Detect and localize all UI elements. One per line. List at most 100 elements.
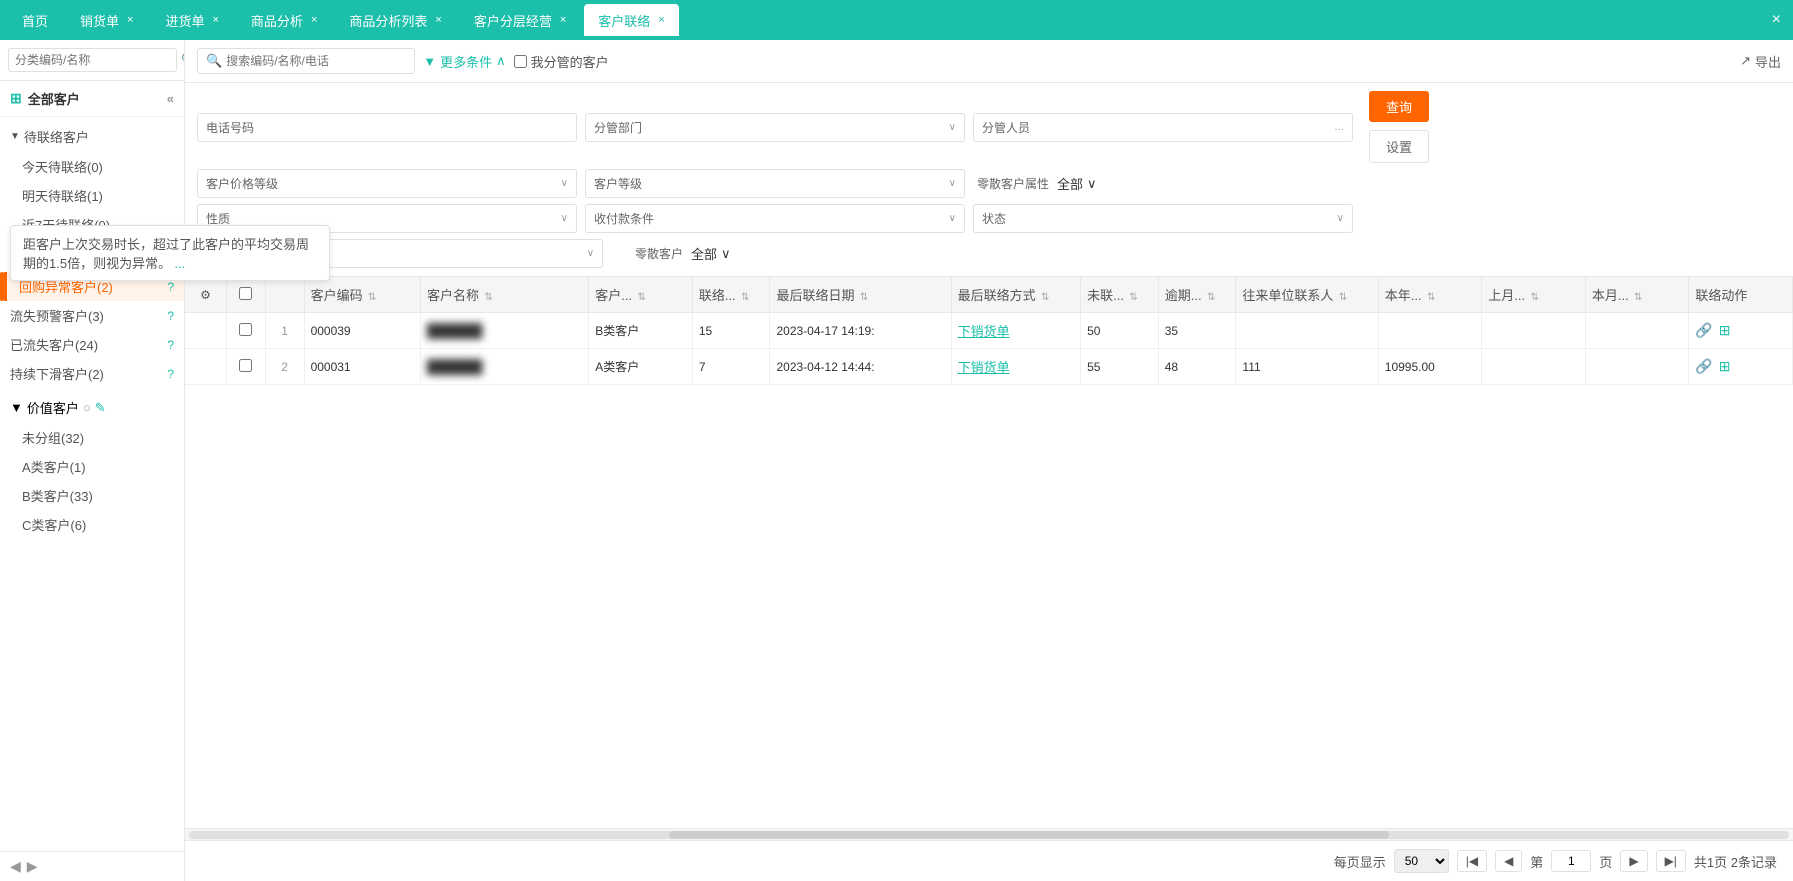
row1-checkbox[interactable]	[239, 323, 252, 336]
sidebar-search-input[interactable]	[8, 48, 177, 72]
horizontal-scrollbar[interactable]	[185, 828, 1793, 840]
col-not-contacted[interactable]: 未联... ⇅	[1081, 277, 1159, 313]
sidebar-class-c[interactable]: C类客户(6)	[0, 510, 184, 539]
nav-tab-home[interactable]: 首页	[8, 4, 62, 36]
col-last-month-sort[interactable]: ⇅	[1530, 292, 1538, 303]
col-this-year[interactable]: 本年... ⇅	[1378, 277, 1482, 313]
my-customer-checkbox-wrap[interactable]: 我分管的客户	[514, 52, 609, 71]
row2-checkbox[interactable]	[239, 359, 252, 372]
col-last-date[interactable]: 最后联络日期 ⇅	[770, 277, 951, 313]
nav-tab-product-analysis[interactable]: 商品分析 ×	[237, 4, 331, 36]
sidebar-pending-group[interactable]: ▼ 待联络客户	[0, 121, 184, 152]
row2-grid-icon[interactable]: ⊞	[1719, 358, 1731, 375]
sidebar-next-icon[interactable]: ▶	[27, 858, 38, 875]
last-page-button[interactable]: ▶|	[1656, 850, 1686, 872]
next-page-button[interactable]: ▶	[1620, 850, 1647, 872]
sidebar-already-lost[interactable]: 已流失客户(24) ?	[0, 330, 184, 359]
col-code-sort[interactable]: ⇅	[368, 292, 376, 303]
my-customer-checkbox[interactable]	[514, 55, 527, 68]
col-level[interactable]: 客户... ⇅	[589, 277, 693, 313]
row1-checkbox-cell[interactable]	[226, 313, 265, 349]
nav-tab-sales[interactable]: 销货单 ×	[66, 4, 147, 36]
col-this-month-sort[interactable]: ⇅	[1634, 292, 1642, 303]
col-name-sort[interactable]: ⇅	[484, 292, 492, 303]
phone-filter[interactable]: 电话号码	[197, 113, 577, 142]
row2-last-way[interactable]: 下销货单	[951, 349, 1080, 385]
dept-filter[interactable]: 分管部门 ∨	[585, 113, 965, 142]
window-close-button[interactable]: ×	[1772, 11, 1781, 29]
retail-attr-select[interactable]: 全部 ∨	[1057, 174, 1097, 193]
lost-warning-info-icon[interactable]: ?	[167, 309, 174, 323]
settings-button[interactable]: 设置	[1369, 130, 1429, 163]
sidebar-class-a[interactable]: A类客户(1)	[0, 452, 184, 481]
row1-last-way[interactable]: 下销货单	[951, 313, 1080, 349]
hscroll-thumb[interactable]	[669, 831, 1389, 839]
sidebar-prev-icon[interactable]: ◀	[10, 858, 21, 875]
customer-level-filter[interactable]: 客户等级 ∨	[585, 169, 965, 198]
col-last-way-sort[interactable]: ⇅	[1041, 292, 1049, 303]
close-sales-icon[interactable]: ×	[127, 14, 133, 26]
per-page-select[interactable]: 50 100 200	[1394, 849, 1449, 873]
close-customer-contact-icon[interactable]: ×	[658, 14, 664, 26]
close-product-list-icon[interactable]: ×	[435, 14, 441, 26]
col-settings[interactable]: ⚙	[185, 277, 226, 313]
status-filter[interactable]: 状态 ∨	[973, 204, 1353, 233]
col-code[interactable]: 客户编码 ⇅	[304, 277, 420, 313]
more-conditions-button[interactable]: ▼ 更多条件 ∧	[423, 52, 505, 71]
row2-link-icon[interactable]: 🔗	[1695, 358, 1712, 375]
col-overdue[interactable]: 逾期... ⇅	[1158, 277, 1236, 313]
row2-checkbox-cell[interactable]	[226, 349, 265, 385]
col-overdue-sort[interactable]: ⇅	[1207, 292, 1215, 303]
col-contact[interactable]: 联络... ⇅	[692, 277, 770, 313]
col-contact-sort[interactable]: ⇅	[741, 292, 749, 303]
repurchase-info-icon[interactable]: ?	[167, 280, 174, 294]
select-all-checkbox[interactable]	[239, 287, 252, 300]
col-this-month[interactable]: 本月... ⇅	[1585, 277, 1689, 313]
col-name[interactable]: 客户名称 ⇅	[421, 277, 589, 313]
sidebar-tomorrow-pending[interactable]: 明天待联络(1)	[0, 181, 184, 210]
col-not-contacted-sort[interactable]: ⇅	[1129, 292, 1137, 303]
col-last-date-sort[interactable]: ⇅	[860, 292, 868, 303]
col-this-year-sort[interactable]: ⇅	[1427, 292, 1435, 303]
nav-tab-product-list[interactable]: 商品分析列表 ×	[335, 4, 455, 36]
close-purchase-icon[interactable]: ×	[212, 14, 218, 26]
col-last-way[interactable]: 最后联络方式 ⇅	[951, 277, 1080, 313]
declining-info-icon[interactable]: ?	[167, 367, 174, 381]
first-page-button[interactable]: |◀	[1457, 850, 1487, 872]
sidebar-class-b[interactable]: B类客户(33)	[0, 481, 184, 510]
payment-filter[interactable]: 收付款条件 ∨	[585, 204, 965, 233]
sidebar-collapse-icon[interactable]: «	[167, 91, 174, 106]
nav-tab-customer-contact[interactable]: 客户联络 ×	[584, 4, 678, 36]
sidebar-unclassified[interactable]: 未分组(32)	[0, 423, 184, 452]
query-button[interactable]: 查询	[1369, 91, 1429, 122]
sidebar-lost-warning[interactable]: 流失预警客户(3) ?	[0, 301, 184, 330]
col-last-month[interactable]: 上月... ⇅	[1482, 277, 1586, 313]
row1-link-icon[interactable]: 🔗	[1695, 322, 1712, 339]
person-filter[interactable]: 分管人员 …	[973, 113, 1353, 142]
col-related-person[interactable]: 往来单位联系人 ⇅	[1236, 277, 1378, 313]
search-input[interactable]	[226, 54, 406, 68]
page-input[interactable]	[1551, 850, 1591, 872]
sidebar-all-customers[interactable]: ⊞ 全部客户 «	[0, 81, 184, 117]
close-customer-tier-icon[interactable]: ×	[560, 14, 566, 26]
col-related-person-sort[interactable]: ⇅	[1339, 292, 1347, 303]
nav-tab-customer-tier[interactable]: 客户分层经营 ×	[460, 4, 580, 36]
export-button[interactable]: ↗ 导出	[1740, 52, 1781, 71]
search-input-wrap[interactable]: 🔍	[197, 48, 415, 74]
retail-customer-select[interactable]: 全部 ∨	[691, 244, 731, 263]
sidebar-today-pending[interactable]: 今天待联络(0)	[0, 152, 184, 181]
tooltip-more[interactable]: ...	[174, 256, 185, 271]
sidebar-declining[interactable]: 持续下滑客户(2) ?	[0, 359, 184, 388]
prev-page-button[interactable]: ◀	[1495, 850, 1522, 872]
value-edit-icon[interactable]: ✎	[95, 400, 106, 416]
close-product-analysis-icon[interactable]: ×	[311, 14, 317, 26]
already-lost-info-icon[interactable]: ?	[167, 338, 174, 352]
col-level-sort[interactable]: ⇅	[637, 292, 645, 303]
row1-grid-icon[interactable]: ⊞	[1719, 322, 1731, 339]
pending-collapse-icon: ▼	[10, 131, 20, 142]
price-level-filter[interactable]: 客户价格等级 ∨	[197, 169, 577, 198]
sidebar-value-group[interactable]: ▼ 价值客户 ○ ✎	[0, 392, 184, 423]
nav-tab-purchase[interactable]: 进货单 ×	[151, 4, 232, 36]
col-checkbox[interactable]	[226, 277, 265, 313]
row1-gear	[185, 313, 226, 349]
